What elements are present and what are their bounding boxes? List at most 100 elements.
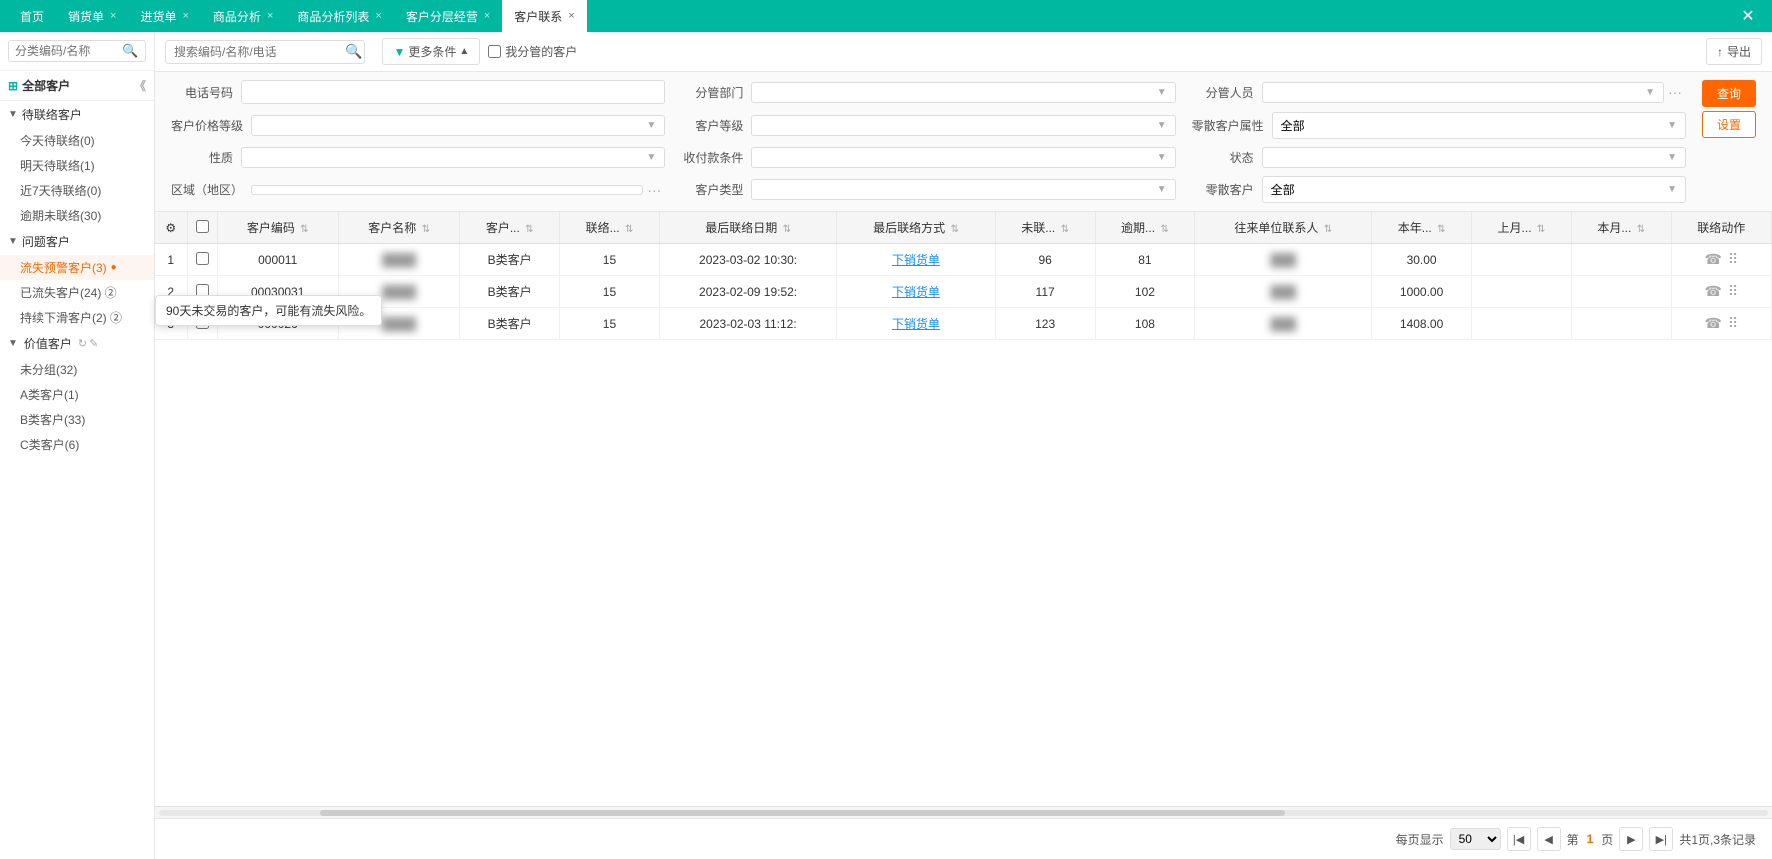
sidebar: 🔍 ⊞ 全部客户 《 ▼ 待联络客户 今天待联络(0) 明天待联络(1) 近7天… (0, 32, 155, 859)
row-actions: ☎ ⠿ (1671, 308, 1771, 340)
filter-price-level-select[interactable]: ▼ (251, 115, 665, 136)
person-dots-icon[interactable]: ··· (1664, 84, 1686, 100)
col-checkbox[interactable] (187, 212, 217, 244)
sidebar-item-churn-warning[interactable]: 流失预警客户(3) ● (0, 255, 154, 280)
sidebar-item-class-a[interactable]: A类客户(1) (0, 382, 154, 407)
last-page-button[interactable]: ▶| (1649, 827, 1673, 851)
sidebar-item-churned[interactable]: 已流失客户(24) ② (0, 280, 154, 305)
page-size-select[interactable]: 50 20 100 (1450, 828, 1501, 850)
nav-sales-order[interactable]: 销货单 × (56, 0, 128, 32)
payment-down-icon: ▼ (1157, 152, 1167, 163)
nav-product-analysis-close-icon[interactable]: × (267, 10, 273, 22)
col-this-year[interactable]: 本年... ⇅ (1372, 212, 1472, 244)
filter-status-select[interactable]: ▼ (1262, 147, 1686, 168)
customer-level-down-icon: ▼ (1157, 120, 1167, 131)
my-customers-checkbox[interactable] (488, 45, 501, 58)
row-last-method[interactable]: 下销货单 (837, 308, 995, 340)
sidebar-group-pending[interactable]: ▼ 待联络客户 (0, 101, 154, 128)
col-last-date[interactable]: 最后联络日期 ⇅ (659, 212, 836, 244)
nav-product-list-close-icon[interactable]: × (375, 10, 381, 22)
arrow-problem-icon: ▼ (8, 236, 18, 247)
filter-retail-customer-select[interactable]: 全部 ▼ (1262, 176, 1686, 203)
sidebar-all-customers[interactable]: ⊞ 全部客户 《 (0, 71, 154, 101)
col-uncontacted[interactable]: 未联... ⇅ (995, 212, 1095, 244)
query-button[interactable]: 查询 (1702, 80, 1756, 107)
sidebar-item-overdue-pending[interactable]: 逾期未联络(30) (0, 203, 154, 228)
sidebar-group-value[interactable]: ▼ 价值客户 ↻ ✎ (0, 330, 154, 357)
sidebar-item-7day-pending[interactable]: 近7天待联络(0) (0, 178, 154, 203)
filter-payment-select[interactable]: ▼ (751, 147, 1175, 168)
row-checkbox[interactable] (187, 244, 217, 276)
refresh-icon[interactable]: ↻ (78, 337, 87, 350)
row-this-year: 1000.00 (1372, 276, 1472, 308)
horizontal-scrollbar[interactable] (155, 806, 1772, 818)
filter-phone-input[interactable] (241, 80, 665, 104)
col-contact[interactable]: 联络... ⇅ (560, 212, 660, 244)
nav-customer-tier[interactable]: 客户分层经营 × (394, 0, 502, 32)
action-more-icon[interactable]: ⠿ (1728, 315, 1738, 332)
row-last-method[interactable]: 下销货单 (837, 244, 995, 276)
filter-retail-attr-select[interactable]: 全部 ▼ (1272, 112, 1686, 139)
row-last-month (1472, 244, 1572, 276)
scrollbar-thumb[interactable] (320, 810, 1285, 816)
export-button[interactable]: ↑ 导出 (1706, 38, 1762, 65)
action-contact-icon[interactable]: ☎ (1704, 251, 1721, 268)
filter-row-1: 电话号码 分管部门 ▼ 分管人员 ▼ (171, 80, 1686, 104)
nav-purchase-order[interactable]: 进货单 × (128, 0, 200, 32)
col-contact-person[interactable]: 往来单位联系人 ⇅ (1195, 212, 1372, 244)
nav-customer-contact-close-icon[interactable]: × (568, 10, 574, 22)
col-name[interactable]: 客户名称 ⇅ (338, 212, 459, 244)
edit-value-icon[interactable]: ✎ (89, 337, 98, 350)
sidebar-item-class-b[interactable]: B类客户(33) (0, 407, 154, 432)
action-contact-icon[interactable]: ☎ (1704, 315, 1721, 332)
more-conditions-button[interactable]: ▼ 更多条件 ▲ (382, 38, 480, 65)
filter-dept-select[interactable]: ▼ (751, 82, 1175, 103)
table-row: 3 000026 ████ B类客户 15 2023-02-03 11:12: … (155, 308, 1772, 340)
retail-customer-down-icon: ▼ (1667, 184, 1677, 195)
nav-product-analysis-list[interactable]: 商品分析列表 × (285, 0, 393, 32)
date-sort-icon: ⇅ (783, 224, 791, 235)
row-last-method[interactable]: 下销货单 (837, 276, 995, 308)
col-last-month[interactable]: 上月... ⇅ (1472, 212, 1572, 244)
my-customers-checkbox-label[interactable]: 我分管的客户 (488, 43, 577, 60)
data-table: ⚙ 客户编码 ⇅ 客户名称 ⇅ 客户... ⇅ 联络... ⇅ 最后联络日期 ⇅… (155, 212, 1772, 340)
action-contact-icon[interactable]: ☎ (1704, 283, 1721, 300)
col-settings[interactable]: ⚙ (155, 212, 187, 244)
nav-sales-close-icon[interactable]: × (110, 10, 116, 22)
sidebar-item-class-c[interactable]: C类客户(6) (0, 432, 154, 457)
region-dots-icon[interactable]: ··· (643, 182, 665, 198)
sidebar-item-today-pending[interactable]: 今天待联络(0) (0, 128, 154, 153)
sidebar-group-problem[interactable]: ▼ 问题客户 (0, 228, 154, 255)
sidebar-collapse-icon[interactable]: 《 (134, 77, 146, 94)
nav-purchase-close-icon[interactable]: × (182, 10, 188, 22)
sidebar-item-ungrouped[interactable]: 未分组(32) (0, 357, 154, 382)
nav-product-analysis[interactable]: 商品分析 × (201, 0, 285, 32)
col-code[interactable]: 客户编码 ⇅ (217, 212, 338, 244)
filter-person-select[interactable]: ▼ (1262, 82, 1664, 103)
last-month-sort-icon: ⇅ (1537, 224, 1545, 235)
select-all-checkbox[interactable] (196, 220, 209, 233)
next-page-button[interactable]: ▶ (1619, 827, 1643, 851)
sidebar-item-tomorrow-pending[interactable]: 明天待联络(1) (0, 153, 154, 178)
col-this-month[interactable]: 本月... ⇅ (1571, 212, 1671, 244)
filter-customer-type-select[interactable]: ▼ (751, 179, 1175, 200)
prev-page-button[interactable]: ◀ (1537, 827, 1561, 851)
nav-home[interactable]: 首页 (8, 0, 56, 32)
filter-nature-select[interactable]: ▼ (241, 147, 665, 168)
col-customer-type[interactable]: 客户... ⇅ (460, 212, 560, 244)
price-level-down-icon: ▼ (646, 120, 656, 131)
nav-customer-tier-close-icon[interactable]: × (484, 10, 490, 22)
col-last-method[interactable]: 最后联络方式 ⇅ (837, 212, 995, 244)
filter-region-select[interactable] (251, 185, 643, 195)
nav-customer-contact[interactable]: 客户联系 × (502, 0, 586, 32)
export-icon: ↑ (1717, 45, 1723, 59)
window-close-button[interactable]: ✕ (1732, 0, 1764, 32)
filter-customer-level-select[interactable]: ▼ (751, 115, 1175, 136)
filter-search-input[interactable] (165, 40, 365, 64)
action-more-icon[interactable]: ⠿ (1728, 251, 1738, 268)
first-page-button[interactable]: |◀ (1507, 827, 1531, 851)
action-more-icon[interactable]: ⠿ (1728, 283, 1738, 300)
settings-button[interactable]: 设置 (1702, 111, 1756, 138)
sidebar-item-declining[interactable]: 持续下滑客户(2) ② (0, 305, 154, 330)
col-overdue[interactable]: 逾期... ⇅ (1095, 212, 1195, 244)
